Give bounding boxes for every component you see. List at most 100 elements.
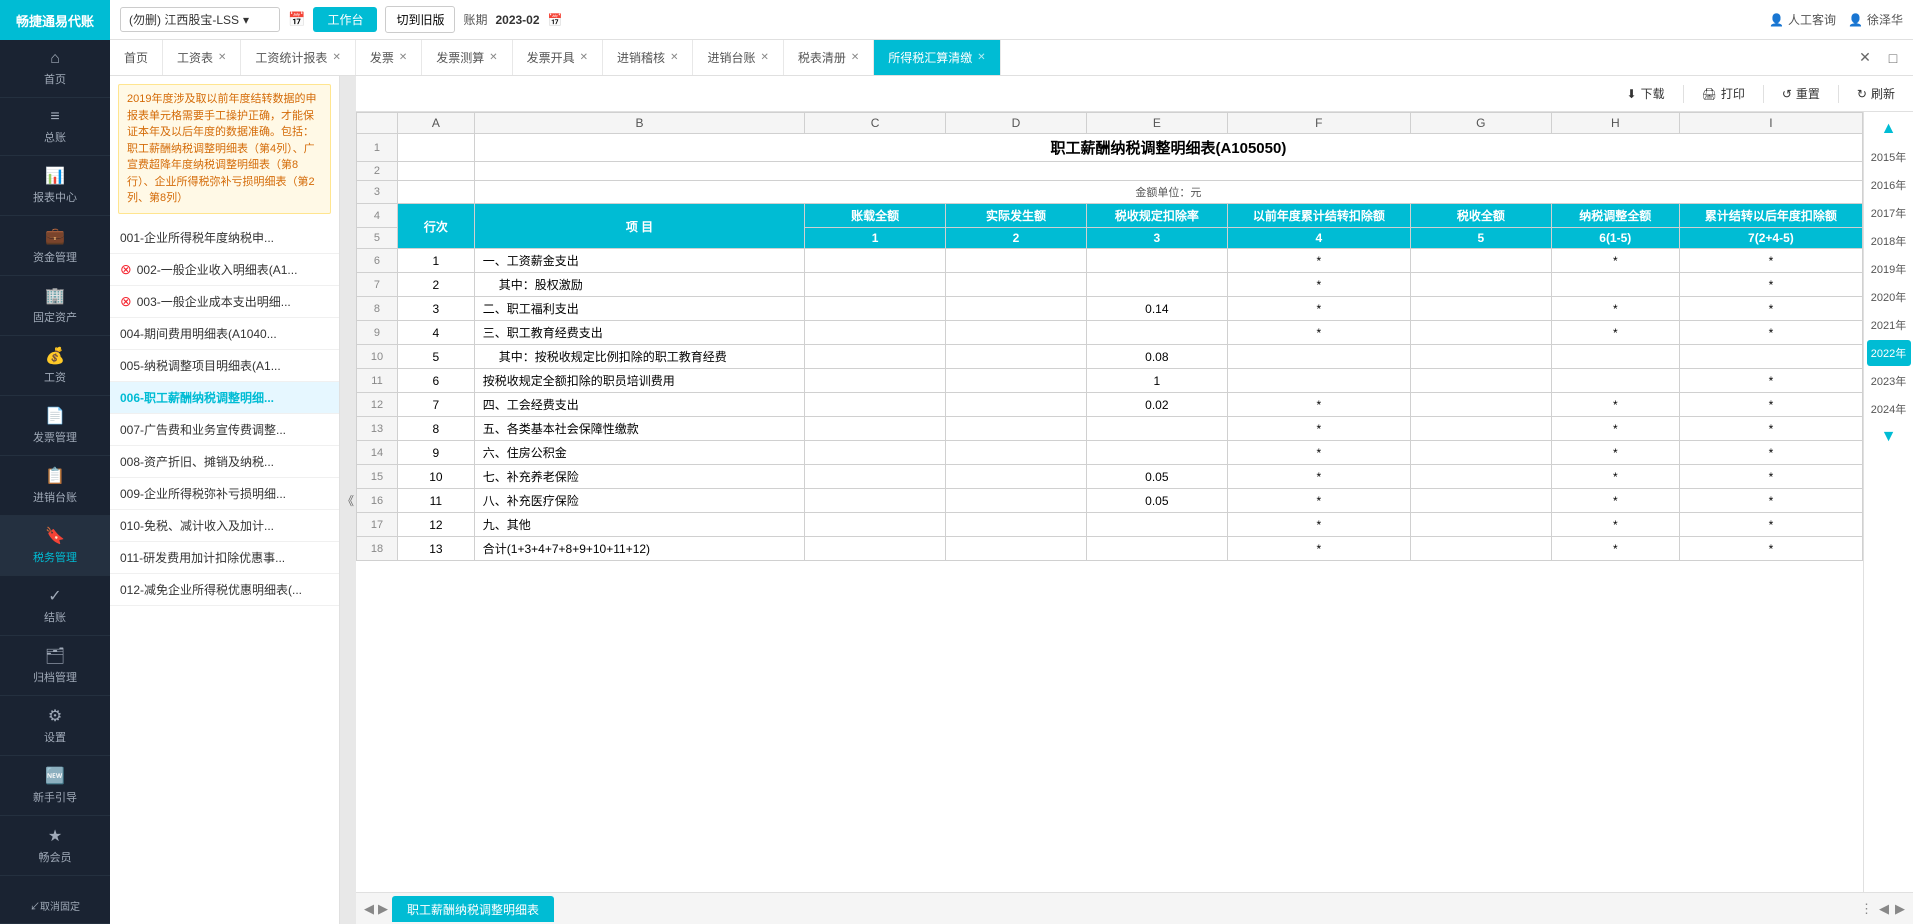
- sheet-scroll-left[interactable]: ◀: [364, 901, 374, 917]
- cell-g[interactable]: [1227, 369, 1410, 393]
- sheet-scroll-right[interactable]: ▶: [378, 901, 388, 917]
- cell-i[interactable]: [1551, 273, 1679, 297]
- cell-h[interactable]: [1410, 465, 1551, 489]
- tab-maximize[interactable]: □: [1881, 46, 1905, 70]
- cell-e[interactable]: [946, 513, 1087, 537]
- cell-h[interactable]: [1410, 489, 1551, 513]
- year-2018[interactable]: 2018年: [1867, 228, 1911, 254]
- year-2016[interactable]: 2016年: [1867, 172, 1911, 198]
- year-2023[interactable]: 2023年: [1867, 368, 1911, 394]
- tab-close-icon[interactable]: ✕: [851, 52, 859, 63]
- cell-f[interactable]: 0.08: [1086, 345, 1227, 369]
- cell[interactable]: [397, 162, 474, 181]
- report-item-002[interactable]: ⊗ 002-一般企业收入明细表(A1...: [110, 254, 339, 286]
- sidebar-item-settings[interactable]: ⚙ 设置: [0, 696, 110, 756]
- year-2020[interactable]: 2020年: [1867, 284, 1911, 310]
- year-2024[interactable]: 2024年: [1867, 396, 1911, 422]
- cell-seq[interactable]: 2: [397, 273, 474, 297]
- cell-e[interactable]: [946, 465, 1087, 489]
- sidebar-item-guide[interactable]: 🆕 新手引导: [0, 756, 110, 816]
- cell-h[interactable]: [1410, 297, 1551, 321]
- report-item-001[interactable]: 001-企业所得税年度纳税申...: [110, 222, 339, 254]
- cell-d[interactable]: [805, 537, 946, 561]
- tab-sales-audit[interactable]: 进销稽核 ✕: [603, 40, 693, 76]
- cell-e[interactable]: [946, 321, 1087, 345]
- cell-e[interactable]: [946, 369, 1087, 393]
- year-scroll-up[interactable]: ▲: [1864, 116, 1913, 142]
- report-item-011[interactable]: 011-研发费用加计扣除优惠事...: [110, 542, 339, 574]
- cell-seq[interactable]: 10: [397, 465, 474, 489]
- refresh-button[interactable]: ↻ 刷新: [1851, 82, 1901, 105]
- cell-label[interactable]: 一、工资薪金支出: [474, 249, 804, 273]
- cell-label[interactable]: 四、工会经费支出: [474, 393, 804, 417]
- tab-close-icon[interactable]: ✕: [489, 52, 497, 63]
- sidebar-item-payroll[interactable]: 💰 工资: [0, 336, 110, 396]
- tab-close-icon[interactable]: ✕: [218, 52, 226, 63]
- cell-d[interactable]: [805, 489, 946, 513]
- year-2022[interactable]: 2022年: [1867, 340, 1911, 366]
- sidebar-item-cancel-fixed[interactable]: ↙取消固定: [0, 888, 110, 924]
- cell-e[interactable]: [946, 489, 1087, 513]
- cell-e[interactable]: [946, 537, 1087, 561]
- cell-i[interactable]: [1551, 369, 1679, 393]
- tab-close-window[interactable]: ✕: [1853, 46, 1877, 70]
- cell-d[interactable]: [805, 345, 946, 369]
- sidebar-item-invoice[interactable]: 📄 发票管理: [0, 396, 110, 456]
- cell-h[interactable]: [1410, 345, 1551, 369]
- cell-label[interactable]: 其中：股权激励: [474, 273, 804, 297]
- cell-d[interactable]: [805, 249, 946, 273]
- tab-income-tax[interactable]: 所得税汇算清缴 ✕: [874, 40, 1000, 76]
- report-item-010[interactable]: 010-免税、减计收入及加计...: [110, 510, 339, 542]
- cell-label[interactable]: 二、职工福利支出: [474, 297, 804, 321]
- user-info[interactable]: 👤 徐泽华: [1848, 11, 1903, 28]
- report-item-005[interactable]: 005-纳税调整项目明细表(A1...: [110, 350, 339, 382]
- tab-close-icon[interactable]: ✕: [332, 52, 340, 63]
- cell-f[interactable]: 0.14: [1086, 297, 1227, 321]
- cell-g[interactable]: [1227, 345, 1410, 369]
- report-item-006[interactable]: 006-职工薪酬纳税调整明细...: [110, 382, 339, 414]
- cell-seq[interactable]: 4: [397, 321, 474, 345]
- tab-invoice-calc[interactable]: 发票测算 ✕: [422, 40, 512, 76]
- tab-payroll-table[interactable]: 工资表 ✕: [163, 40, 241, 76]
- cell-f[interactable]: 0.05: [1086, 489, 1227, 513]
- cell-f[interactable]: [1086, 273, 1227, 297]
- cell-seq[interactable]: 11: [397, 489, 474, 513]
- report-item-012[interactable]: 012-减免企业所得税优惠明细表(...: [110, 574, 339, 606]
- cell-seq[interactable]: 1: [397, 249, 474, 273]
- sidebar-item-ledger[interactable]: ≡ 总账: [0, 98, 110, 156]
- year-2017[interactable]: 2017年: [1867, 200, 1911, 226]
- year-2015[interactable]: 2015年: [1867, 144, 1911, 170]
- cell-d[interactable]: [805, 297, 946, 321]
- recalc-button[interactable]: ↺ 重置: [1776, 82, 1826, 105]
- cell-seq[interactable]: 7: [397, 393, 474, 417]
- cell-label[interactable]: 七、补充养老保险: [474, 465, 804, 489]
- cell-seq[interactable]: 8: [397, 417, 474, 441]
- cell-f[interactable]: [1086, 441, 1227, 465]
- tab-close-icon[interactable]: ✕: [760, 52, 768, 63]
- cell-d[interactable]: [805, 369, 946, 393]
- sheet-options-icon[interactable]: ⋮: [1860, 901, 1873, 917]
- report-item-004[interactable]: 004-期间费用明细表(A1040...: [110, 318, 339, 350]
- cell-e[interactable]: [946, 393, 1087, 417]
- cell-seq[interactable]: 12: [397, 513, 474, 537]
- report-item-003[interactable]: ⊗ 003-一般企业成本支出明细...: [110, 286, 339, 318]
- tab-invoice[interactable]: 发票 ✕: [356, 40, 422, 76]
- year-2019[interactable]: 2019年: [1867, 256, 1911, 282]
- year-2021[interactable]: 2021年: [1867, 312, 1911, 338]
- tab-close-icon[interactable]: ✕: [977, 52, 985, 63]
- cell-d[interactable]: [805, 513, 946, 537]
- sidebar-item-report[interactable]: 📊 报表中心: [0, 156, 110, 216]
- sidebar-item-home[interactable]: ⌂ 首页: [0, 40, 110, 98]
- cell-f[interactable]: [1086, 417, 1227, 441]
- cell-d[interactable]: [805, 393, 946, 417]
- cell-d[interactable]: [805, 441, 946, 465]
- cell-label[interactable]: 三、职工教育经费支出: [474, 321, 804, 345]
- cell-e[interactable]: [946, 249, 1087, 273]
- cell-h[interactable]: [1410, 393, 1551, 417]
- cell-label[interactable]: 合计(1+3+4+7+8+9+10+11+12): [474, 537, 804, 561]
- sidebar-item-asset-mgmt[interactable]: 💼 资金管理: [0, 216, 110, 276]
- cell-label[interactable]: 按税收规定全额扣除的职员培训费用: [474, 369, 804, 393]
- sidebar-item-archive[interactable]: 🗂 归档管理: [0, 636, 110, 696]
- support-link[interactable]: 👤 人工客询: [1769, 11, 1836, 28]
- tab-close-icon[interactable]: ✕: [580, 52, 588, 63]
